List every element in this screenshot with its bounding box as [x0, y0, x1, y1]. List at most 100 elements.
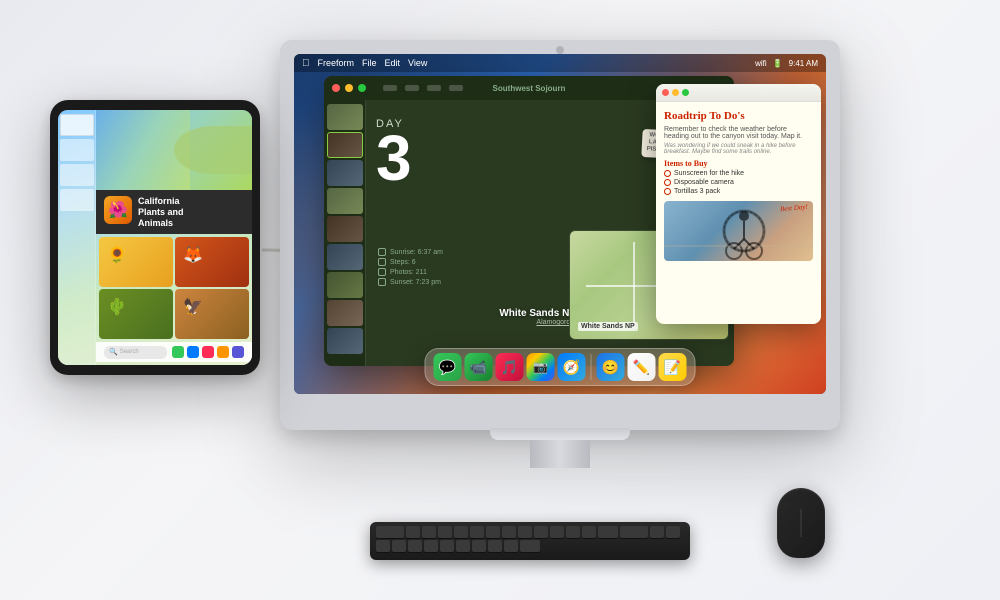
- key-w[interactable]: [422, 526, 436, 538]
- ipad-dock-icon-1[interactable]: [172, 346, 184, 358]
- ipad-dock: [172, 346, 244, 358]
- ff-thumb-6[interactable]: [327, 244, 363, 270]
- ff-park-label: White Sands NP: [578, 322, 638, 331]
- mac-menu-bar:  Freeform File Edit View wifi 🔋 9:41 AM: [294, 54, 826, 72]
- menu-view[interactable]: View: [408, 58, 427, 68]
- key-caps[interactable]: [620, 526, 648, 538]
- fullscreen-button[interactable]: [358, 84, 366, 92]
- mouse-button-divider: [801, 509, 802, 537]
- dock-safari[interactable]: 🧭: [558, 353, 586, 381]
- ipad-grid-2[interactable]: 🦊: [175, 237, 249, 287]
- menu-file[interactable]: File: [362, 58, 377, 68]
- key-quote[interactable]: [504, 540, 518, 552]
- minimize-button[interactable]: [345, 84, 353, 92]
- key-p[interactable]: [550, 526, 564, 538]
- app-icon-california: 🌺: [104, 196, 132, 224]
- ipad-dock-icon-2[interactable]: [187, 346, 199, 358]
- dock-music[interactable]: 🎵: [496, 353, 524, 381]
- ipad-dock-icon-5[interactable]: [232, 346, 244, 358]
- mouse: [777, 488, 825, 558]
- key-h[interactable]: [424, 540, 438, 552]
- ipad-dock-icon-3[interactable]: [202, 346, 214, 358]
- dock-finder[interactable]: 😊: [597, 353, 625, 381]
- ff-thumb-3[interactable]: [327, 160, 363, 186]
- key-bracket-r[interactable]: [582, 526, 596, 538]
- ff-thumb-4[interactable]: [327, 188, 363, 214]
- dock-notes[interactable]: 📝: [659, 353, 687, 381]
- notes-detail: Was wondering if we could sneak in a hik…: [664, 143, 813, 155]
- keyboard-keys: [370, 522, 690, 556]
- menu-freeform[interactable]: Freeform: [318, 58, 355, 68]
- toolbar-tool-1[interactable]: [383, 85, 397, 91]
- key-d[interactable]: [376, 540, 390, 552]
- key-t[interactable]: [470, 526, 484, 538]
- monitor-stand-neck: [530, 428, 590, 468]
- ff-thumb-9[interactable]: [327, 328, 363, 354]
- dock-facetime[interactable]: 📹: [465, 353, 493, 381]
- main-scene: 🌺 California Plants and Animals 🌻: [20, 20, 980, 580]
- ipad-thumb-1[interactable]: [60, 114, 94, 136]
- clock: 9:41 AM: [789, 59, 818, 68]
- dock-messages[interactable]: 💬: [434, 353, 462, 381]
- key-j[interactable]: [440, 540, 454, 552]
- ipad-app-title: California: [138, 196, 184, 207]
- close-button[interactable]: [332, 84, 340, 92]
- keyboard: [370, 522, 690, 560]
- toolbar-tool-3[interactable]: [427, 85, 441, 91]
- key-o[interactable]: [534, 526, 548, 538]
- ipad-thumb-4[interactable]: [60, 189, 94, 211]
- key-delete[interactable]: [598, 526, 618, 538]
- key-i[interactable]: [518, 526, 532, 538]
- dock-photos[interactable]: 📷: [527, 353, 555, 381]
- ipad-main-area: 🌺 California Plants and Animals 🌻: [96, 110, 252, 365]
- ff-stat-photos: Photos: 211: [378, 268, 443, 276]
- ff-thumb-7[interactable]: [327, 272, 363, 298]
- key-g[interactable]: [408, 540, 422, 552]
- notes-photo: Best Day!: [664, 201, 813, 261]
- key-e[interactable]: [438, 526, 452, 538]
- notes-item-3: Tortillas 3 pack: [664, 188, 813, 195]
- ff-thumb-2[interactable]: [327, 132, 363, 158]
- key-r[interactable]: [454, 526, 468, 538]
- notes-window: Roadtrip To Do's Remember to check the w…: [656, 84, 821, 324]
- ipad-grid-4[interactable]: 🦅: [175, 289, 249, 339]
- key-bracket-l[interactable]: [566, 526, 580, 538]
- notes-fullscreen[interactable]: [682, 89, 689, 96]
- freeform-toolbar: [383, 85, 463, 91]
- key-semi[interactable]: [488, 540, 502, 552]
- key-k[interactable]: [456, 540, 470, 552]
- ff-thumb-1[interactable]: [327, 104, 363, 130]
- key-return[interactable]: [520, 540, 540, 552]
- key-y[interactable]: [486, 526, 500, 538]
- ff-day-number: 3: [376, 130, 410, 188]
- notes-content: Roadtrip To Do's Remember to check the w…: [656, 102, 821, 269]
- apple-menu-icon[interactable]: : [302, 58, 310, 69]
- ipad-thumb-3[interactable]: [60, 164, 94, 186]
- key-a[interactable]: [650, 526, 664, 538]
- notes-section-buy: Items to Buy: [664, 159, 813, 168]
- notes-minimize[interactable]: [672, 89, 679, 96]
- toolbar-tool-4[interactable]: [449, 85, 463, 91]
- toolbar-tool-2[interactable]: [405, 85, 419, 91]
- ipad-frame: 🌺 California Plants and Animals 🌻: [50, 100, 260, 375]
- key-q[interactable]: [406, 526, 420, 538]
- ipad-search[interactable]: 🔍Search: [104, 346, 167, 359]
- key-f[interactable]: [392, 540, 406, 552]
- menu-edit[interactable]: Edit: [385, 58, 401, 68]
- ff-thumb-5[interactable]: [327, 216, 363, 242]
- key-u[interactable]: [502, 526, 516, 538]
- ipad-grid-3[interactable]: 🌵: [99, 289, 173, 339]
- monitor-screen:  Freeform File Edit View wifi 🔋 9:41 AM: [294, 54, 826, 394]
- ipad-dock-icon-4[interactable]: [217, 346, 229, 358]
- ipad-thumb-2[interactable]: [60, 139, 94, 161]
- ff-thumb-8[interactable]: [327, 300, 363, 326]
- ipad-grid-1[interactable]: 🌻: [99, 237, 173, 287]
- ff-day-display: DAY 3: [376, 118, 410, 188]
- key-tab[interactable]: [376, 526, 404, 538]
- mouse-body: [777, 488, 825, 558]
- notes-close[interactable]: [662, 89, 669, 96]
- ipad-screen: 🌺 California Plants and Animals 🌻: [58, 110, 252, 365]
- key-l[interactable]: [472, 540, 486, 552]
- key-s[interactable]: [666, 526, 680, 538]
- dock-freeform[interactable]: ✏️: [628, 353, 656, 381]
